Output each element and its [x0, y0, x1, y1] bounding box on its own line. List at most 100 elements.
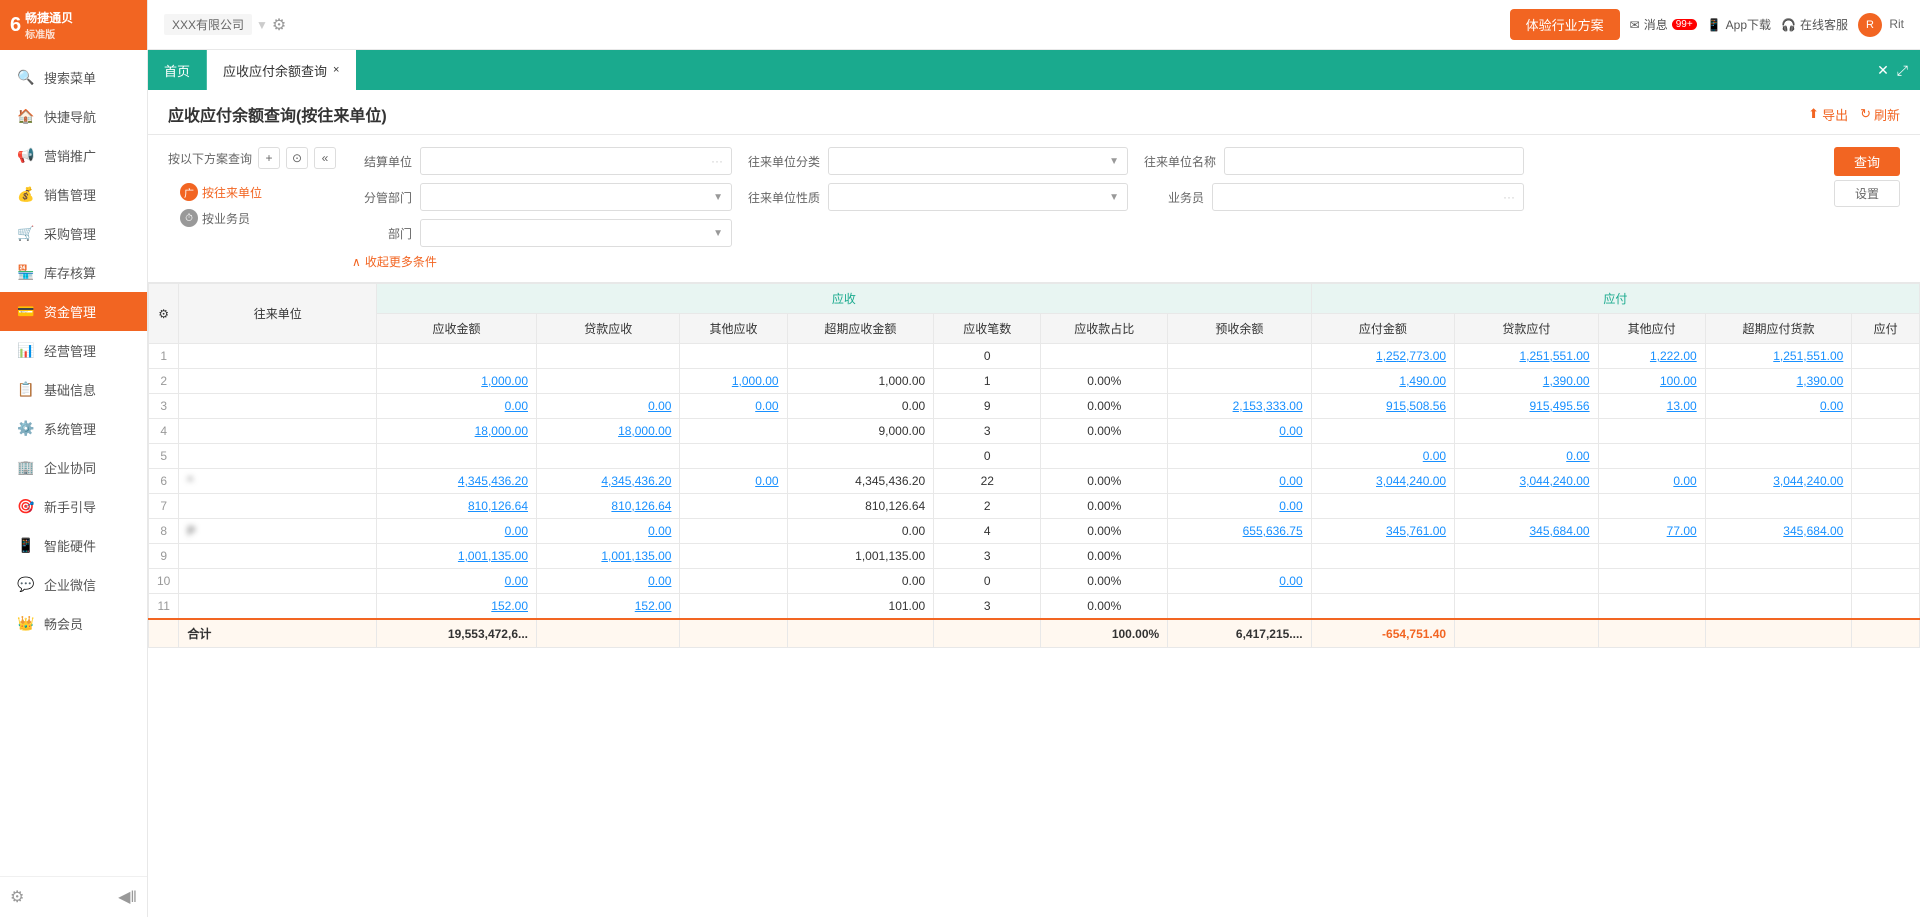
row-ap-other-link[interactable]: 100.00 [1660, 374, 1697, 388]
row-ar-loan[interactable]: 18,000.00 [537, 419, 680, 444]
solution-btn[interactable]: 体验行业方案 [1510, 9, 1620, 40]
row-ap-loan[interactable]: 1,251,551.00 [1455, 344, 1598, 369]
row-ar-amount-link[interactable]: 0.00 [505, 524, 528, 538]
row-ar-prepay[interactable]: 0.00 [1168, 494, 1311, 519]
row-ar-other-link[interactable]: 0.00 [755, 474, 778, 488]
row-ap-loan-link[interactable]: 3,044,240.00 [1519, 474, 1589, 488]
row-ap-loan[interactable]: 915,495.56 [1455, 394, 1598, 419]
row-ar-prepay-link[interactable]: 2,153,333.00 [1233, 399, 1303, 413]
close-tab-icon[interactable]: ✕ [1877, 62, 1889, 79]
expand-icon[interactable]: ⤢ [1897, 62, 1908, 79]
row-ar-amount-link[interactable]: 0.00 [505, 574, 528, 588]
row-ap-amount[interactable]: 1,490.00 [1311, 369, 1454, 394]
sidebar-item-warehouse[interactable]: 🏪 库存核算 [0, 253, 147, 292]
row-ar-loan-link[interactable]: 18,000.00 [618, 424, 671, 438]
row-ap-other-link[interactable]: 0.00 [1673, 474, 1696, 488]
row-ap-overdue-link[interactable]: 345,684.00 [1783, 524, 1843, 538]
row-ap-loan-link[interactable]: 1,251,551.00 [1519, 349, 1589, 363]
partner-nature-input[interactable]: ▼ [828, 183, 1128, 211]
online-service-group[interactable]: 🎧 在线客服 [1781, 16, 1848, 33]
row-ap-overdue-link[interactable]: 0.00 [1820, 399, 1843, 413]
sidebar-item-basic[interactable]: 📋 基础信息 [0, 370, 147, 409]
row-ar-loan[interactable]: 0.00 [537, 394, 680, 419]
settlement-unit-input[interactable]: ··· [420, 147, 732, 175]
row-ar-amount[interactable]: 18,000.00 [377, 419, 537, 444]
row-ar-other-link[interactable]: 1,000.00 [732, 374, 779, 388]
row-ap-amount[interactable]: 3,044,240.00 [1311, 469, 1454, 494]
tab-home[interactable]: 首页 [148, 50, 207, 90]
sidebar-item-finance[interactable]: 💳 资金管理 [0, 292, 147, 331]
row-ar-prepay[interactable]: 0.00 [1168, 469, 1311, 494]
row-ar-prepay[interactable]: 0.00 [1168, 569, 1311, 594]
sidebar-item-purchase[interactable]: 🛒 采购管理 [0, 214, 147, 253]
collapse-filter-btn[interactable]: ∧ 收起更多条件 [352, 253, 1900, 270]
row-ap-other-link[interactable]: 77.00 [1667, 524, 1697, 538]
row-ar-prepay-link[interactable]: 0.00 [1279, 424, 1302, 438]
row-ar-loan-link[interactable]: 0.00 [648, 574, 671, 588]
row-ar-amount[interactable]: 4,345,436.20 [377, 469, 537, 494]
row-ar-loan[interactable]: 0.00 [537, 519, 680, 544]
row-ar-amount-link[interactable]: 1,000.00 [481, 374, 528, 388]
row-ar-prepay[interactable]: 0.00 [1168, 419, 1311, 444]
row-ap-amount[interactable]: 1,252,773.00 [1311, 344, 1454, 369]
row-ar-loan-link[interactable]: 4,345,436.20 [601, 474, 671, 488]
export-btn[interactable]: ⬆ 导出 [1808, 105, 1848, 124]
row-ap-other[interactable]: 1,222.00 [1598, 344, 1705, 369]
sidebar-item-system[interactable]: ⚙️ 系统管理 [0, 409, 147, 448]
row-ar-prepay-link[interactable]: 655,636.75 [1243, 524, 1303, 538]
row-ap-other[interactable]: 13.00 [1598, 394, 1705, 419]
sidebar-item-corp[interactable]: 🏢 企业协同 [0, 448, 147, 487]
row-ap-amount[interactable]: 0.00 [1311, 444, 1454, 469]
row-ar-other[interactable]: 0.00 [680, 469, 787, 494]
row-ar-other[interactable]: 0.00 [680, 394, 787, 419]
message-icon-group[interactable]: ✉ 消息 99+ [1630, 16, 1697, 33]
row-ap-overdue[interactable]: 0.00 [1705, 394, 1852, 419]
department-input[interactable]: ▼ [420, 219, 732, 247]
row-ap-amount[interactable]: 915,508.56 [1311, 394, 1454, 419]
row-ap-overdue[interactable]: 345,684.00 [1705, 519, 1852, 544]
row-ap-amount-link[interactable]: 915,508.56 [1386, 399, 1446, 413]
row-ap-other[interactable]: 0.00 [1598, 469, 1705, 494]
row-ap-other-link[interactable]: 13.00 [1667, 399, 1697, 413]
settings-footer-icon[interactable]: ⚙ [10, 887, 24, 907]
tab-ar-ap[interactable]: 应收应付余额查询 × [207, 50, 356, 90]
row-ap-amount-link[interactable]: 1,252,773.00 [1376, 349, 1446, 363]
user-area[interactable]: R Rit [1858, 13, 1904, 37]
app-download-group[interactable]: 📱 App下载 [1707, 16, 1771, 33]
row-ap-loan[interactable]: 0.00 [1455, 444, 1598, 469]
row-ap-loan[interactable]: 345,684.00 [1455, 519, 1598, 544]
sidebar-item-guide[interactable]: 🎯 新手引导 [0, 487, 147, 526]
scheme-by-salesman[interactable]: ⏱ 按业务员 [172, 205, 336, 231]
row-ar-loan[interactable]: 810,126.64 [537, 494, 680, 519]
row-ar-amount[interactable]: 1,001,135.00 [377, 544, 537, 569]
refresh-btn[interactable]: ↻ 刷新 [1860, 105, 1900, 124]
sidebar-item-wechat[interactable]: 💬 企业微信 [0, 565, 147, 604]
dept-input[interactable]: ▼ [420, 183, 732, 211]
query-btn[interactable]: 查询 [1834, 147, 1900, 176]
partner-category-input[interactable]: ▼ [828, 147, 1128, 175]
collapse-scheme-btn[interactable]: « [314, 147, 336, 169]
sidebar-item-hardware[interactable]: 📱 智能硬件 [0, 526, 147, 565]
row-ar-amount[interactable]: 152.00 [377, 594, 537, 620]
row-ar-loan[interactable]: 1,001,135.00 [537, 544, 680, 569]
sidebar-item-quick[interactable]: 🏠 快捷导航 [0, 97, 147, 136]
row-ap-loan[interactable]: 3,044,240.00 [1455, 469, 1598, 494]
row-ar-loan[interactable]: 0.00 [537, 569, 680, 594]
row-ar-other[interactable]: 1,000.00 [680, 369, 787, 394]
row-ar-amount-link[interactable]: 810,126.64 [468, 499, 528, 513]
row-ap-amount-link[interactable]: 345,761.00 [1386, 524, 1446, 538]
salesman-input[interactable]: ··· [1212, 183, 1524, 211]
row-ap-loan-link[interactable]: 0.00 [1566, 449, 1589, 463]
row-ap-overdue-link[interactable]: 3,044,240.00 [1773, 474, 1843, 488]
sidebar-item-marketing[interactable]: 📢 营销推广 [0, 136, 147, 175]
row-ap-other[interactable]: 100.00 [1598, 369, 1705, 394]
row-ar-amount[interactable]: 0.00 [377, 569, 537, 594]
row-ar-loan[interactable]: 4,345,436.20 [537, 469, 680, 494]
collapse-sidebar-icon[interactable]: ◀‖ [118, 887, 137, 907]
partner-name-input[interactable] [1224, 147, 1524, 175]
row-ar-prepay[interactable]: 655,636.75 [1168, 519, 1311, 544]
row-ar-loan-link[interactable]: 0.00 [648, 524, 671, 538]
row-ap-loan-link[interactable]: 345,684.00 [1530, 524, 1590, 538]
row-ar-prepay-link[interactable]: 0.00 [1279, 574, 1302, 588]
row-ar-amount-link[interactable]: 4,345,436.20 [458, 474, 528, 488]
